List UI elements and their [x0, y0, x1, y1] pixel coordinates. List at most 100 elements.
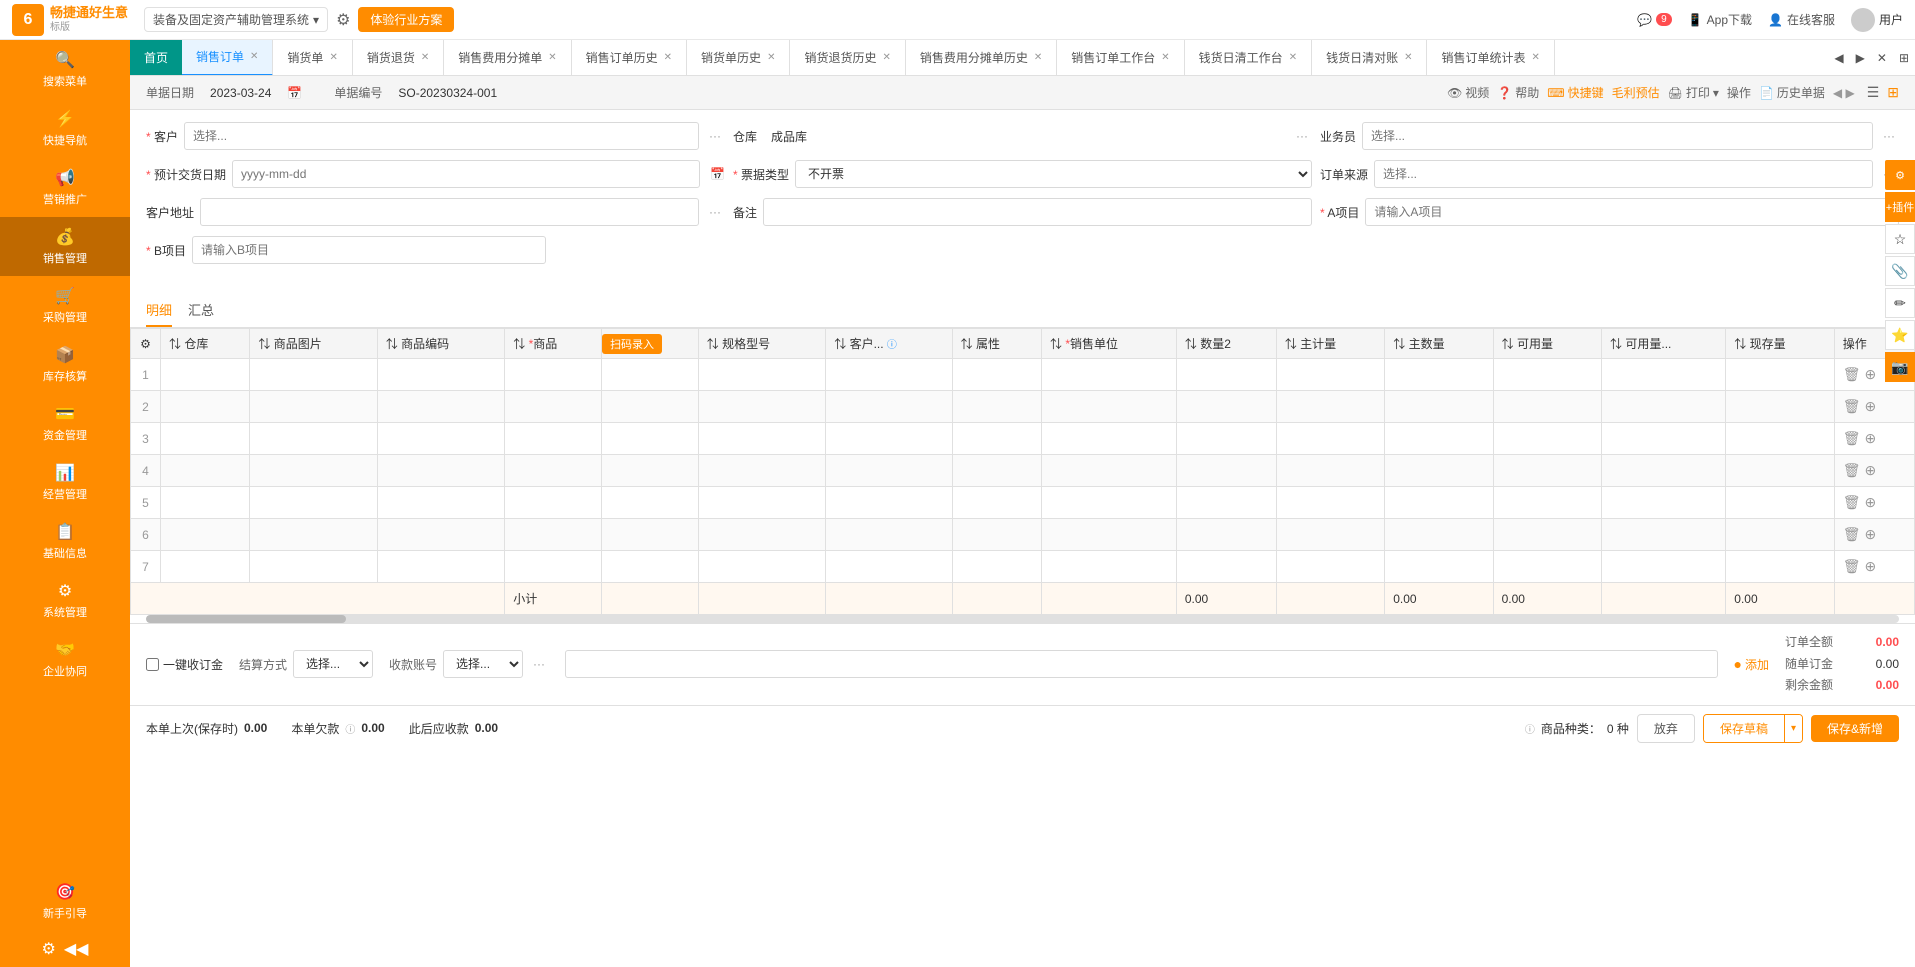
tab-sales-bill[interactable]: 销货单 ✕	[273, 40, 352, 76]
tab-return-history[interactable]: 销货退货历史 ✕	[790, 40, 905, 76]
a-project-input[interactable]	[1365, 198, 1899, 226]
col-scan[interactable]: 扫码录入	[602, 329, 699, 359]
sidebar-item-inventory[interactable]: 📦 库存核算	[0, 335, 130, 394]
save-new-button[interactable]: 保存&新增	[1811, 715, 1899, 742]
tab-close-order-workbench[interactable]: ✕	[1161, 52, 1169, 63]
tab-summary[interactable]: 汇总	[188, 294, 214, 327]
right-panel-photo[interactable]: 📷	[1885, 352, 1915, 382]
sidebar-settings-icon[interactable]: ⚙	[42, 939, 56, 959]
add-payment-btn[interactable]: ● 添加	[1734, 656, 1769, 673]
save-draft-dropdown[interactable]: ▾	[1785, 715, 1802, 742]
tab-expense-history[interactable]: 销售费用分摊单历史 ✕	[906, 40, 1057, 76]
tab-menu-icon[interactable]: ✕	[1871, 51, 1893, 65]
tab-cash-reconcile[interactable]: 钱货日清对账 ✕	[1312, 40, 1427, 76]
right-panel-star[interactable]: ☆	[1885, 224, 1915, 254]
col-main-unit[interactable]: ⇅ 主计量	[1276, 329, 1384, 359]
row-delete-7[interactable]: 🗑	[1843, 558, 1861, 575]
col-image[interactable]: ⇅ 商品图片	[250, 329, 377, 359]
col-current-qty[interactable]: ⇅ 现存量	[1726, 329, 1834, 359]
row-copy-7[interactable]: ⊕	[1864, 558, 1876, 575]
help-btn[interactable]: ❓ 帮助	[1497, 84, 1539, 101]
scan-button[interactable]: 扫码录入	[602, 334, 662, 354]
current-amount-help[interactable]: ⓘ	[345, 721, 355, 736]
col-spec[interactable]: ⇅ 规格型号	[698, 329, 825, 359]
sidebar-item-search[interactable]: 🔍 搜索菜单	[0, 40, 130, 99]
order-source-input[interactable]	[1374, 160, 1873, 188]
tab-home[interactable]: 首页	[130, 40, 182, 76]
tab-close-bill-history[interactable]: ✕	[767, 52, 775, 63]
calendar-icon[interactable]: 📅	[287, 86, 302, 100]
tab-close-order-history[interactable]: ✕	[664, 52, 672, 63]
discard-button[interactable]: 放弃	[1637, 714, 1695, 743]
payment-method-select[interactable]: 选择...	[293, 650, 373, 678]
tab-expense-split[interactable]: 销售费用分摊单 ✕	[444, 40, 571, 76]
sidebar-item-sales[interactable]: 💰 销售管理	[0, 217, 130, 276]
b-project-input[interactable]	[192, 236, 546, 264]
one-click-checkbox[interactable]: 一键收订金	[146, 656, 223, 673]
h-scrollbar-thumb[interactable]	[146, 615, 346, 623]
h-scrollbar[interactable]	[146, 615, 1899, 623]
right-panel-addon[interactable]: +插件	[1885, 192, 1915, 222]
row-delete-1[interactable]: 🗑	[1843, 366, 1861, 383]
tab-scroll-left[interactable]: ◀	[1828, 51, 1849, 65]
tab-bill-history[interactable]: 销货单历史 ✕	[687, 40, 790, 76]
sidebar-item-marketing[interactable]: 📢 营销推广	[0, 158, 130, 217]
sidebar-item-business[interactable]: 📊 经营管理	[0, 453, 130, 512]
row-delete-2[interactable]: 🗑	[1843, 398, 1861, 415]
profit-btn[interactable]: 毛利预估	[1612, 84, 1660, 101]
row-delete-4[interactable]: 🗑	[1843, 462, 1861, 479]
delivery-date-input[interactable]	[232, 160, 700, 188]
sidebar-item-guide[interactable]: 🎯 新手引导	[0, 872, 130, 931]
sidebar-item-nav[interactable]: ⚡ 快捷导航	[0, 99, 130, 158]
tab-sales-return[interactable]: 销货退货 ✕	[353, 40, 444, 76]
one-click-checkbox-input[interactable]	[146, 658, 159, 671]
table-wrapper[interactable]: ⚙ ⇅ 仓库 ⇅ 商品图片 ⇅ 商品编码 ⇅ *商品 扫码录入 ⇅ 规格型号	[130, 328, 1915, 615]
col-unit[interactable]: ⇅ *销售单位	[1041, 329, 1176, 359]
row-copy-4[interactable]: ⊕	[1864, 462, 1876, 479]
customer-input[interactable]	[184, 122, 699, 150]
sidebar-item-purchase[interactable]: 🛒 采购管理	[0, 276, 130, 335]
tab-cash-workbench[interactable]: 钱货日清工作台 ✕	[1185, 40, 1312, 76]
col-product[interactable]: ⇅ *商品	[505, 329, 602, 359]
amount-input[interactable]: 0.00	[565, 650, 1717, 678]
customer-more-btn[interactable]: ···	[705, 129, 725, 143]
address-more-btn[interactable]: ···	[705, 205, 725, 219]
row-delete-3[interactable]: 🗑	[1843, 430, 1861, 447]
col-main-qty[interactable]: ⇅ 主数量	[1385, 329, 1493, 359]
product-type-help[interactable]: ⓘ	[1525, 721, 1535, 736]
col-available-qty2[interactable]: ⇅ 可用量...	[1602, 329, 1726, 359]
right-panel-clip[interactable]: 📎	[1885, 256, 1915, 286]
history-btn[interactable]: 📄 历史单据	[1759, 84, 1825, 101]
print-btn[interactable]: 🖨 打印 ▾	[1668, 84, 1719, 101]
sidebar-item-system[interactable]: ⚙ 系统管理	[0, 571, 130, 630]
list-view-icon[interactable]: ☰	[1867, 84, 1880, 101]
operate-btn[interactable]: 操作	[1727, 84, 1751, 101]
tab-expand-icon[interactable]: ⊞	[1893, 51, 1915, 65]
solution-button[interactable]: 体验行业方案	[358, 7, 454, 32]
salesperson-more-btn[interactable]: ···	[1879, 129, 1899, 143]
settings-icon[interactable]: ⚙	[336, 10, 350, 30]
tab-detail[interactable]: 明细	[146, 294, 172, 327]
right-panel-edit[interactable]: ✏	[1885, 288, 1915, 318]
sidebar-item-basic[interactable]: 📋 基础信息	[0, 512, 130, 571]
col-settings[interactable]: ⚙	[131, 329, 161, 359]
col-attribute[interactable]: ⇅ 属性	[952, 329, 1041, 359]
row-delete-5[interactable]: 🗑	[1843, 494, 1861, 511]
row-copy-1[interactable]: ⊕	[1864, 366, 1876, 383]
tab-order-stats[interactable]: 销售订单统计表 ✕	[1427, 40, 1554, 76]
sidebar-item-collab[interactable]: 🤝 企业协同	[0, 630, 130, 689]
tab-close-sales-return[interactable]: ✕	[421, 52, 429, 63]
row-copy-6[interactable]: ⊕	[1864, 526, 1876, 543]
row-copy-3[interactable]: ⊕	[1864, 430, 1876, 447]
warehouse-more-btn[interactable]: ···	[1292, 129, 1312, 143]
invoice-type-select[interactable]: 不开票	[795, 160, 1312, 188]
view-btn[interactable]: 👁 视频	[1447, 84, 1489, 101]
system-selector[interactable]: 装备及固定资产辅助管理系统 ▾	[144, 7, 328, 32]
shortcut-btn[interactable]: ⌨ 快捷键	[1547, 84, 1603, 101]
tab-close-sales-bill[interactable]: ✕	[329, 52, 337, 63]
app-download-item[interactable]: 📱 App下载	[1688, 11, 1752, 28]
customer-address-input[interactable]	[200, 198, 699, 226]
col-available-qty[interactable]: ⇅ 可用量	[1493, 329, 1601, 359]
right-panel-star2[interactable]: ⭐	[1885, 320, 1915, 350]
row-copy-2[interactable]: ⊕	[1864, 398, 1876, 415]
